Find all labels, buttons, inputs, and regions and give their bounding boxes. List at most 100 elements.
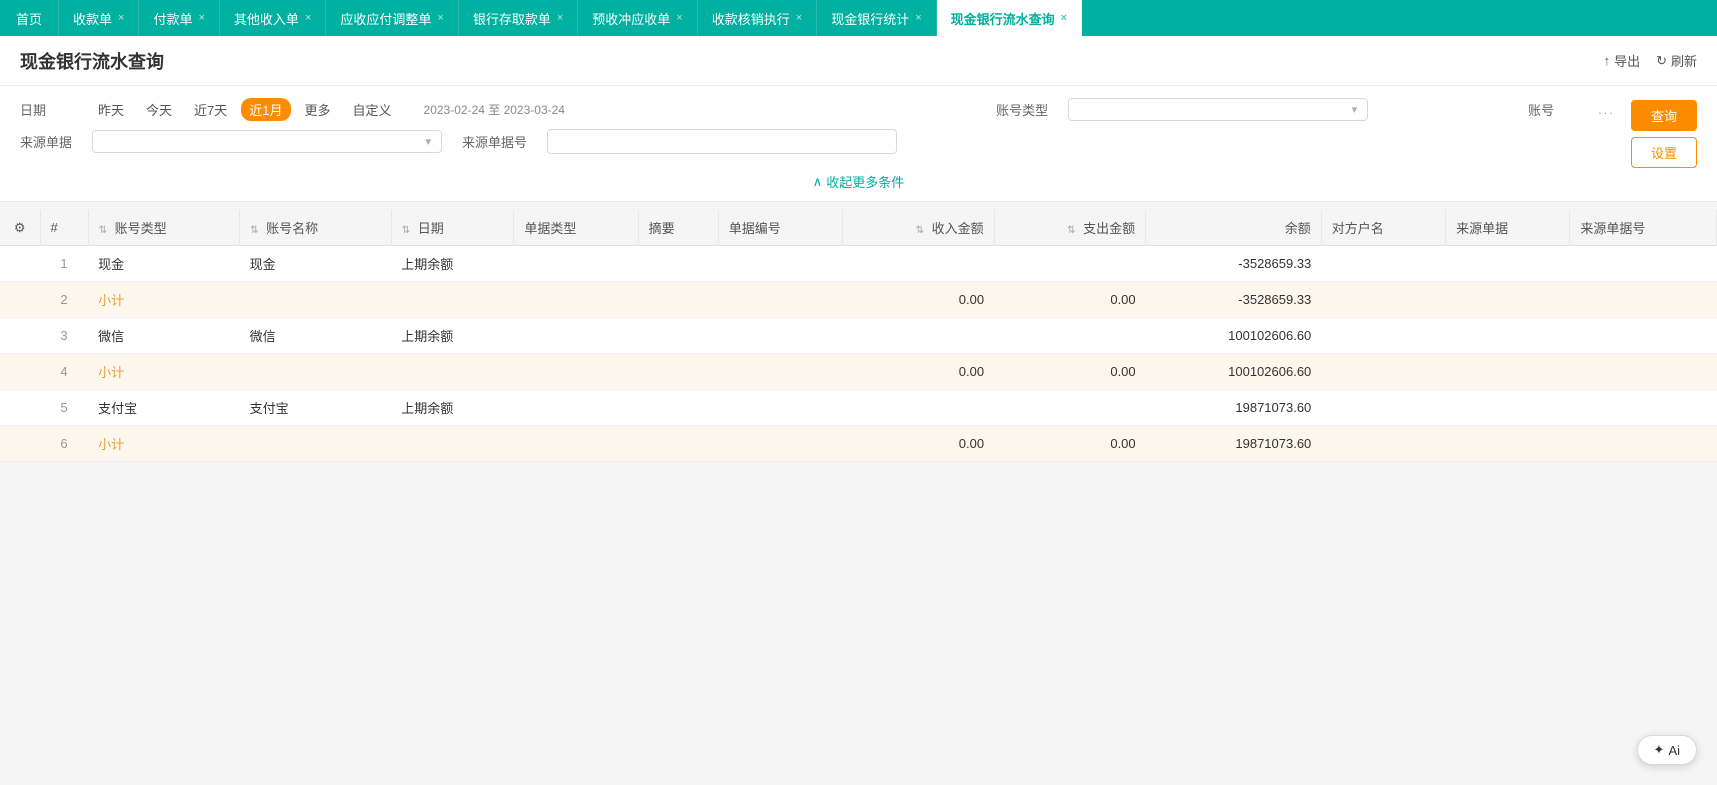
cell-account-name: [240, 426, 392, 462]
nav-home[interactable]: 首页: [0, 0, 59, 36]
date-opt-today[interactable]: 今天: [138, 98, 180, 121]
close-icon[interactable]: ×: [437, 12, 443, 24]
account-dots-btn[interactable]: ...: [1598, 102, 1615, 117]
export-button[interactable]: ↑ 导出: [1604, 51, 1641, 70]
nav-tab-adjustment[interactable]: 应收应付调整单 ×: [326, 0, 458, 36]
cell-account-name: 微信: [240, 318, 392, 354]
cell-income: 0.00: [843, 426, 995, 462]
cell-account-type: 微信: [88, 318, 240, 354]
export-icon: ↑: [1604, 53, 1611, 68]
refresh-button[interactable]: ↻ 刷新: [1656, 51, 1697, 70]
cell-gear: [0, 426, 40, 462]
nav-tab-fukuandan[interactable]: 付款单 ×: [139, 0, 219, 36]
column-date[interactable]: ⇅ 日期: [391, 210, 514, 246]
query-button[interactable]: 查询: [1631, 100, 1697, 131]
column-account-type[interactable]: ⇅ 账号类型: [88, 210, 240, 246]
cell-summary: [638, 354, 718, 390]
close-icon[interactable]: ×: [118, 12, 124, 24]
page-header: 现金银行流水查询 ↑ 导出 ↻ 刷新: [0, 36, 1717, 86]
nav-tab-cash-bank-stats[interactable]: 现金银行统计 ×: [817, 0, 936, 36]
filter-right-actions: 查询 设置: [1631, 98, 1697, 168]
cell-bill-type: [514, 246, 638, 282]
close-icon[interactable]: ×: [915, 12, 921, 24]
date-label: 日期: [20, 100, 70, 119]
cell-bill-no: [718, 426, 842, 462]
cell-date: [391, 354, 514, 390]
column-gear[interactable]: ⚙: [0, 210, 40, 246]
cell-gear: [0, 318, 40, 354]
date-opt-1month[interactable]: 近1月: [241, 98, 290, 121]
cell-gear: [0, 354, 40, 390]
cell-summary: [638, 282, 718, 318]
cell-bill-no: [718, 246, 842, 282]
column-expense[interactable]: ⇅ 支出金额: [994, 210, 1146, 246]
cell-account-name: [240, 282, 392, 318]
source-bill-no-input[interactable]: [547, 129, 897, 154]
collapse-filter-button[interactable]: ∧ 收起更多条件: [20, 168, 1697, 193]
table-row: 5 支付宝 支付宝 上期余额 19871073.60: [0, 390, 1717, 426]
column-index: #: [40, 210, 88, 246]
date-options: 昨天 今天 近7天 近1月 更多 自定义: [90, 98, 400, 121]
cell-source-bill-no: [1570, 246, 1717, 282]
cell-bill-no: [718, 390, 842, 426]
cell-balance: -3528659.33: [1146, 246, 1322, 282]
account-type-label: 账号类型: [996, 100, 1048, 119]
cell-bill-type: [514, 282, 638, 318]
cell-date: [391, 282, 514, 318]
cell-account-name: [240, 354, 392, 390]
cell-account-type: 小计: [88, 282, 240, 318]
column-account-name[interactable]: ⇅ 账号名称: [240, 210, 392, 246]
nav-tab-other-income[interactable]: 其他收入单 ×: [220, 0, 326, 36]
cell-expense: [994, 390, 1146, 426]
account-type-select[interactable]: ▾: [1068, 98, 1368, 121]
nav-tab-cash-bank-flow[interactable]: 现金银行流水查询 ×: [937, 0, 1082, 36]
settings-button[interactable]: 设置: [1631, 137, 1697, 168]
cell-counter-party: [1321, 390, 1445, 426]
cell-balance: 100102606.60: [1146, 318, 1322, 354]
close-icon[interactable]: ×: [198, 12, 204, 24]
date-opt-7days[interactable]: 近7天: [186, 98, 235, 121]
column-counter-party: 对方户名: [1321, 210, 1445, 246]
chevron-down-icon: ▾: [425, 135, 431, 148]
nav-tab-advance[interactable]: 预收冲应收单 ×: [578, 0, 697, 36]
cell-index: 3: [40, 318, 88, 354]
cell-source-bill: [1446, 426, 1570, 462]
close-icon[interactable]: ×: [1061, 12, 1067, 24]
gear-icon: ⚙: [14, 220, 26, 235]
cell-income: 0.00: [843, 354, 995, 390]
cell-source-bill: [1446, 354, 1570, 390]
nav-tab-shoukuandan[interactable]: 收款单 ×: [59, 0, 139, 36]
cell-source-bill: [1446, 282, 1570, 318]
chevron-up-icon: ∧: [813, 174, 823, 190]
column-source-bill: 来源单据: [1446, 210, 1570, 246]
cell-expense: 0.00: [994, 354, 1146, 390]
date-opt-yesterday[interactable]: 昨天: [90, 98, 132, 121]
cell-index: 6: [40, 426, 88, 462]
table-row: 2 小计 0.00 0.00 -3528659.33: [0, 282, 1717, 318]
cell-bill-type: [514, 354, 638, 390]
cell-bill-type: [514, 318, 638, 354]
cell-balance: 19871073.60: [1146, 390, 1322, 426]
table-row: 1 现金 现金 上期余额 -3528659.33: [0, 246, 1717, 282]
cell-date: [391, 426, 514, 462]
date-opt-custom[interactable]: 自定义: [345, 98, 400, 121]
close-icon[interactable]: ×: [796, 12, 802, 24]
close-icon[interactable]: ×: [305, 12, 311, 24]
cell-summary: [638, 246, 718, 282]
cell-source-bill-no: [1570, 282, 1717, 318]
ai-button[interactable]: ✦ Ai: [1637, 735, 1697, 765]
column-summary: 摘要: [638, 210, 718, 246]
nav-tab-collection-exec[interactable]: 收款核销执行 ×: [698, 0, 817, 36]
nav-tab-bank-deposit[interactable]: 银行存取款单 ×: [459, 0, 578, 36]
cell-income: 0.00: [843, 282, 995, 318]
column-bill-no: 单据编号: [718, 210, 842, 246]
filter-row-source: 来源单据 ▾ 来源单据号: [20, 129, 1615, 154]
close-icon[interactable]: ×: [676, 12, 682, 24]
cell-date: 上期余额: [391, 246, 514, 282]
date-opt-more[interactable]: 更多: [297, 98, 339, 121]
close-icon[interactable]: ×: [557, 12, 563, 24]
column-income[interactable]: ⇅ 收入金额: [843, 210, 995, 246]
account-label: 账号: [1528, 100, 1578, 119]
source-bill-select[interactable]: ▾: [92, 130, 442, 153]
cell-source-bill: [1446, 318, 1570, 354]
